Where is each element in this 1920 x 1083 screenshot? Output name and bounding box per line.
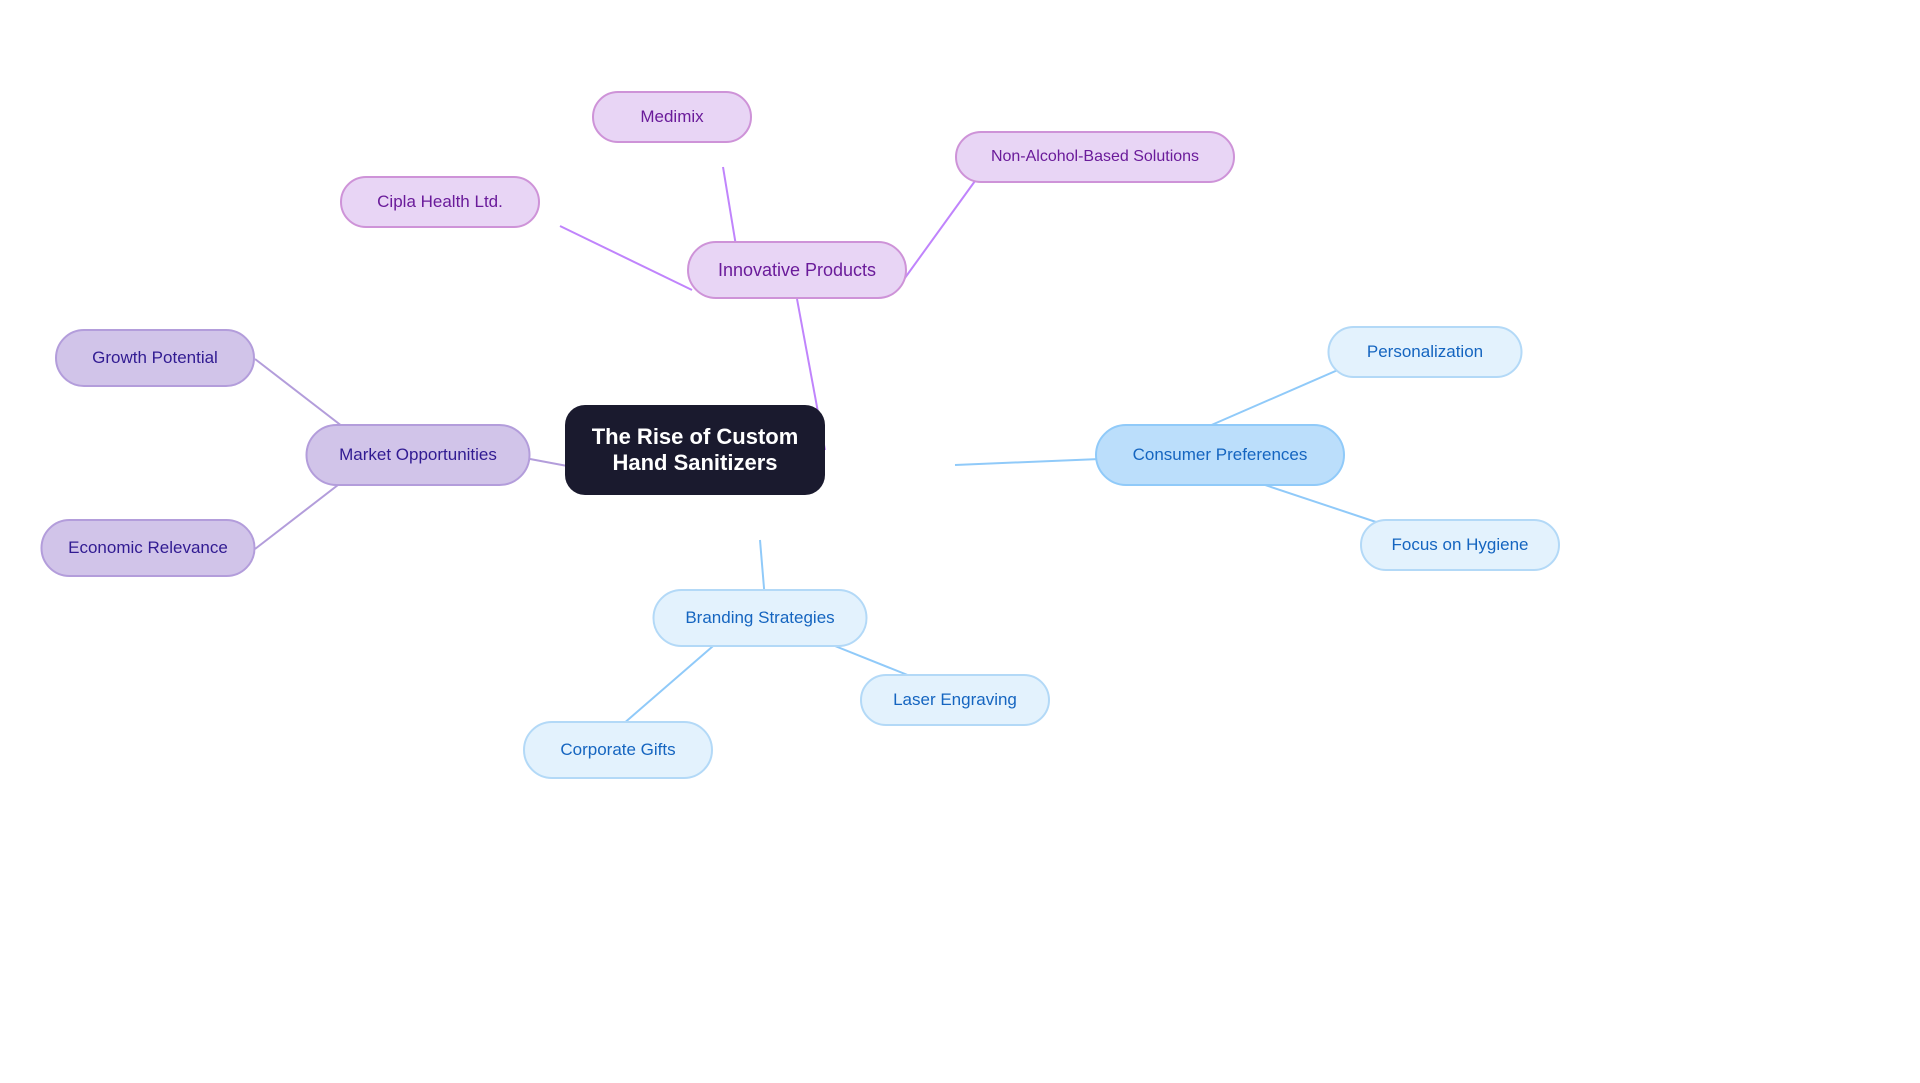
- economic-relevance-node: Economic Relevance: [41, 519, 256, 577]
- market-opportunities-node: Market Opportunities: [306, 424, 531, 486]
- branding-strategies-node: Branding Strategies: [653, 589, 868, 647]
- consumer-preferences-node: Consumer Preferences: [1095, 424, 1345, 486]
- medimix-node: Medimix: [592, 91, 752, 143]
- cipla-node: Cipla Health Ltd.: [340, 176, 540, 228]
- growth-potential-node: Growth Potential: [55, 329, 255, 387]
- personalization-node: Personalization: [1328, 326, 1523, 378]
- laser-engraving-node: Laser Engraving: [860, 674, 1050, 726]
- innovative-products-node: Innovative Products: [687, 241, 907, 299]
- center-node: The Rise of Custom Hand Sanitizers: [565, 405, 825, 495]
- focus-hygiene-node: Focus on Hygiene: [1360, 519, 1560, 571]
- non-alcohol-node: Non-Alcohol-Based Solutions: [955, 131, 1235, 183]
- corporate-gifts-node: Corporate Gifts: [523, 721, 713, 779]
